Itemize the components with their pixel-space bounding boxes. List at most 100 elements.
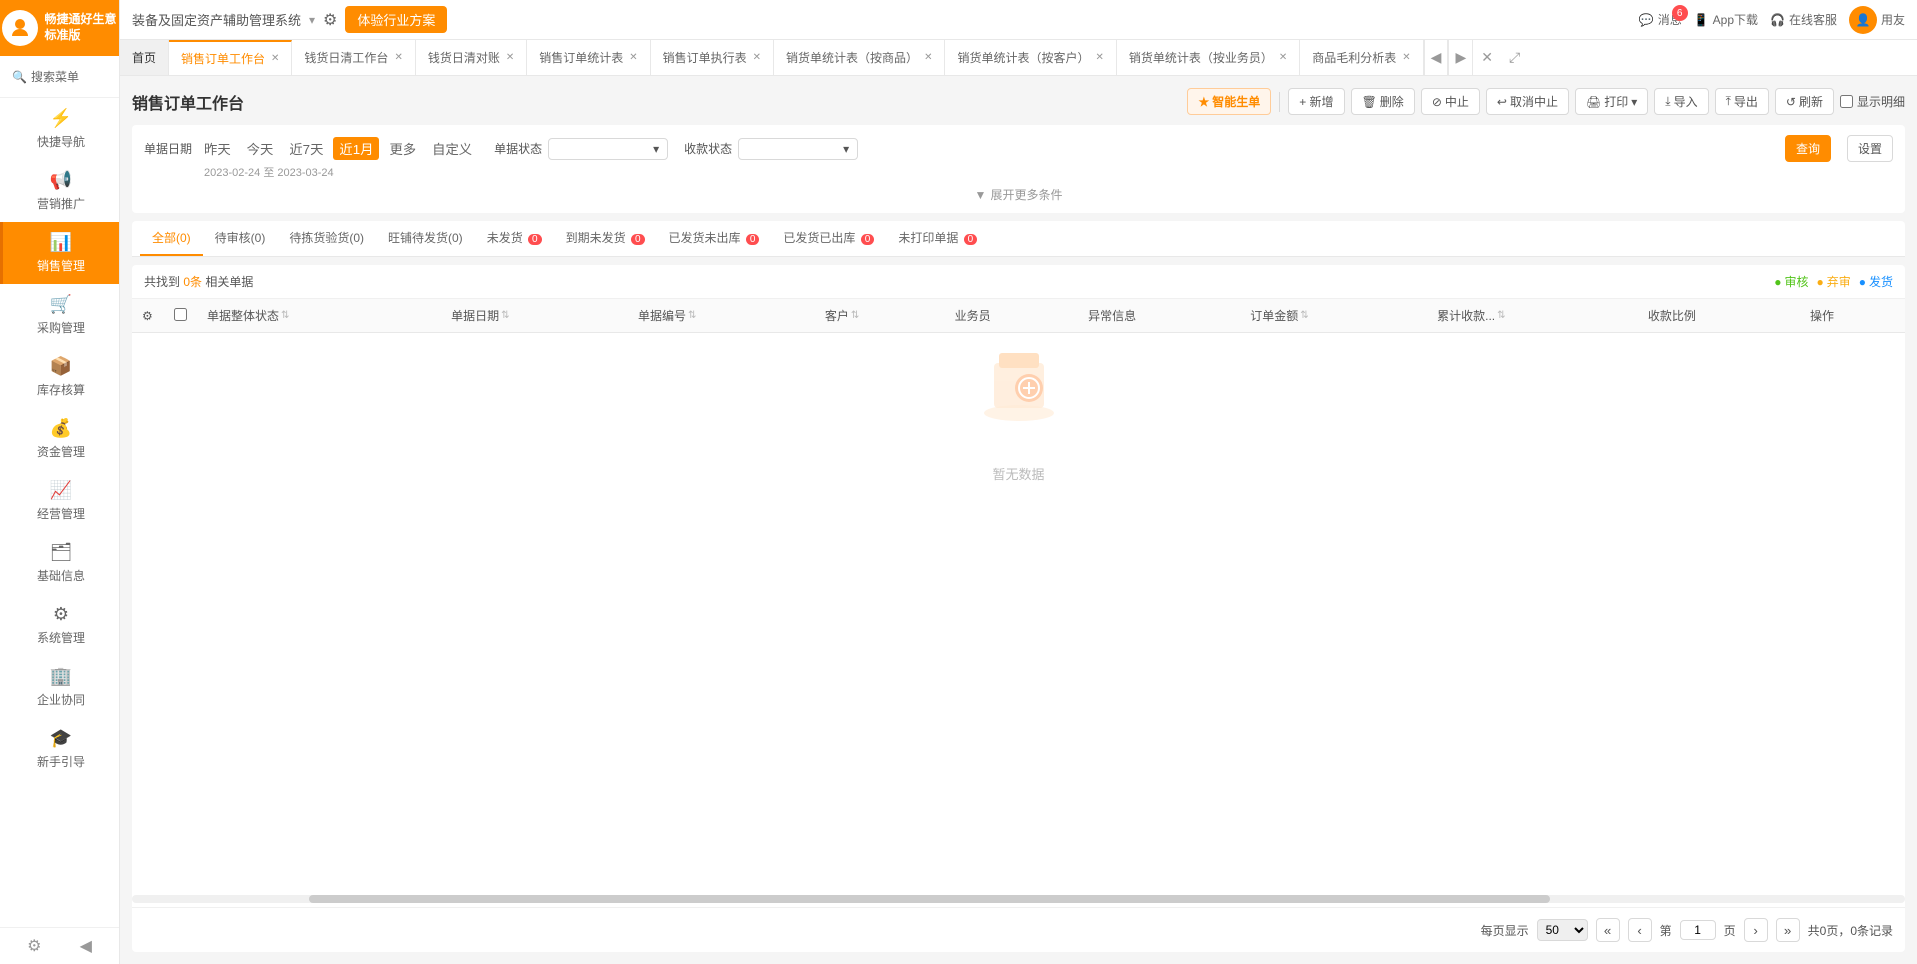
tab-close-icon[interactable]: ✕ <box>506 52 514 63</box>
status-select[interactable]: ▾ <box>548 138 668 160</box>
th-exception[interactable]: 异常信息 <box>1078 299 1240 333</box>
th-ratio[interactable]: 收款比例 <box>1638 299 1800 333</box>
sub-tab-shipped-out[interactable]: 已发货已出库 0 <box>771 221 886 256</box>
sub-tab-pending-inspect[interactable]: 待拣货验货(0) <box>277 221 376 256</box>
date-1month[interactable]: 近1月 <box>333 137 379 160</box>
page-input[interactable] <box>1680 920 1716 940</box>
tab-close-icon[interactable]: ✕ <box>924 52 932 63</box>
search-button[interactable]: 查询 <box>1785 135 1831 162</box>
payment-select[interactable]: ▾ <box>738 138 858 160</box>
tab-next-button[interactable]: ▶ <box>1448 40 1473 75</box>
next-page-button[interactable]: › <box>1744 918 1768 942</box>
sidebar-item-marketing[interactable]: 📢 营销推广 <box>0 160 119 222</box>
sub-tab-not-shipped[interactable]: 未发货 0 <box>475 221 554 256</box>
audit-action-button[interactable]: ● 审核 <box>1774 273 1808 290</box>
prev-page-button[interactable]: ‹ <box>1628 918 1652 942</box>
sidebar-item-operation[interactable]: 📈 经营管理 <box>0 470 119 532</box>
tab-home[interactable]: 首页 <box>120 40 169 75</box>
sub-tab-all[interactable]: 全部(0) <box>140 221 203 256</box>
tab-sales-workbench[interactable]: 销售订单工作台 ✕ <box>169 40 292 75</box>
star-icon: ★ <box>1198 95 1209 109</box>
th-checkbox[interactable] <box>164 299 197 333</box>
unsuspend-button[interactable]: ↩ 取消中止 <box>1486 88 1569 115</box>
tab-sales-summary-customer[interactable]: 销货单统计表（按客户） ✕ <box>945 40 1116 75</box>
tab-sales-stat[interactable]: 销售订单统计表 ✕ <box>527 40 650 75</box>
first-page-button[interactable]: « <box>1596 918 1620 942</box>
sidebar-item-basic[interactable]: 🗂 基础信息 <box>0 532 119 594</box>
tab-close-icon[interactable]: ✕ <box>394 52 402 63</box>
expand-more-button[interactable]: ▼ 展开更多条件 <box>144 186 1893 203</box>
sub-tab-shipped-not-out[interactable]: 已发货未出库 0 <box>657 221 772 256</box>
delete-icon: 🗑 <box>1362 95 1377 109</box>
th-status[interactable]: 单据整体状态⇅ <box>197 299 441 333</box>
th-amount[interactable]: 订单金额⇅ <box>1240 299 1427 333</box>
tab-close-icon[interactable]: ✕ <box>629 52 637 63</box>
search-menu-button[interactable]: 🔍 搜索菜单 <box>8 64 111 89</box>
tab-close-icon[interactable]: ✕ <box>271 53 279 64</box>
system-dropdown-icon[interactable]: ▾ <box>309 13 315 27</box>
sidebar-item-guide[interactable]: 🎓 新手引导 <box>0 718 119 780</box>
date-7days[interactable]: 近7天 <box>283 137 329 160</box>
app-download-button[interactable]: 📱 App下载 <box>1694 11 1758 28</box>
tab-sales-summary-staff[interactable]: 销货单统计表（按业务员） ✕ <box>1117 40 1300 75</box>
sidebar-item-purchase[interactable]: 🛒 采购管理 <box>0 284 119 346</box>
sidebar-item-quicknav[interactable]: ⚡ 快捷导航 <box>0 98 119 160</box>
th-number[interactable]: 单据编号⇅ <box>628 299 815 333</box>
tab-cash-daily[interactable]: 钱货日清工作台 ✕ <box>292 40 415 75</box>
sidebar-item-system[interactable]: ⚙ 系统管理 <box>0 594 119 656</box>
tab-close-all-button[interactable]: ✕ <box>1473 40 1501 75</box>
add-button[interactable]: + 新增 <box>1288 88 1344 115</box>
sub-tab-not-printed[interactable]: 未打印单据 0 <box>886 221 989 256</box>
tab-prev-button[interactable]: ◀ <box>1424 40 1449 75</box>
tab-sales-exec[interactable]: 销售订单执行表 ✕ <box>651 40 774 75</box>
tab-close-icon[interactable]: ✕ <box>1095 52 1103 63</box>
settings-icon[interactable]: ⚙ <box>323 10 337 30</box>
th-staff[interactable]: 业务员 <box>945 299 1079 333</box>
not-shipped-badge: 0 <box>528 234 542 245</box>
th-collected[interactable]: 累计收款...⇅ <box>1427 299 1638 333</box>
scrollbar-thumb[interactable] <box>309 895 1550 903</box>
message-button[interactable]: 💬 6 消息 <box>1639 11 1682 28</box>
service-button[interactable]: 🎧 在线客服 <box>1770 11 1837 28</box>
tab-close-icon[interactable]: ✕ <box>1279 52 1287 63</box>
sub-tab-wangpu[interactable]: 旺铺待发货(0) <box>376 221 475 256</box>
refresh-button[interactable]: ↺ 刷新 <box>1775 88 1834 115</box>
industry-button[interactable]: 体验行业方案 <box>345 6 447 33</box>
tab-close-icon[interactable]: ✕ <box>753 52 761 63</box>
date-more[interactable]: 更多 <box>383 137 422 160</box>
ship-action-button[interactable]: ● 发货 <box>1859 273 1893 290</box>
smart-create-button[interactable]: ★ 智能生单 <box>1187 88 1271 115</box>
sidebar-item-enterprise[interactable]: 🏢 企业协同 <box>0 656 119 718</box>
select-all-checkbox[interactable] <box>174 308 187 321</box>
th-settings[interactable]: ⚙ <box>132 299 164 333</box>
user-button[interactable]: 👤 用友 <box>1849 6 1905 34</box>
last-page-button[interactable]: » <box>1776 918 1800 942</box>
th-customer[interactable]: 客户⇅ <box>815 299 945 333</box>
sidebar-item-finance[interactable]: 💰 资金管理 <box>0 408 119 470</box>
setting-button[interactable]: 设置 <box>1847 135 1893 162</box>
tab-cash-account[interactable]: 钱货日清对账 ✕ <box>416 40 527 75</box>
void-action-button[interactable]: ● 弃审 <box>1816 273 1850 290</box>
date-today[interactable]: 今天 <box>241 137 280 160</box>
tab-expand-button[interactable]: ⤢ <box>1501 40 1528 75</box>
per-page-select[interactable]: 50 100 200 <box>1537 919 1588 941</box>
tab-close-icon[interactable]: ✕ <box>1402 52 1410 63</box>
sidebar-item-inventory[interactable]: 📦 库存核算 <box>0 346 119 408</box>
tab-gross-margin[interactable]: 商品毛利分析表 ✕ <box>1300 40 1423 75</box>
collapse-button[interactable]: ◀ <box>80 936 92 956</box>
export-button[interactable]: ⤒ 导出 <box>1715 88 1769 115</box>
tab-sales-summary-product[interactable]: 销货单统计表（按商品） ✕ <box>774 40 945 75</box>
settings-button[interactable]: ⚙ <box>27 936 41 956</box>
sidebar-item-sales[interactable]: 📊 销售管理 <box>0 222 119 284</box>
delete-button[interactable]: 🗑 删除 <box>1351 88 1415 115</box>
sub-tab-overdue[interactable]: 到期未发货 0 <box>554 221 657 256</box>
th-date[interactable]: 单据日期⇅ <box>441 299 628 333</box>
import-button[interactable]: ⤓ 导入 <box>1654 88 1708 115</box>
horizontal-scrollbar[interactable] <box>132 895 1905 903</box>
sub-tab-pending-audit[interactable]: 待审核(0) <box>203 221 278 256</box>
date-custom[interactable]: 自定义 <box>426 137 478 160</box>
print-button[interactable]: 🖨 打印 ▾ <box>1575 88 1648 115</box>
date-yesterday[interactable]: 昨天 <box>198 137 237 160</box>
show-detail-checkbox[interactable] <box>1840 95 1853 108</box>
suspend-button[interactable]: ⊘ 中止 <box>1421 88 1480 115</box>
